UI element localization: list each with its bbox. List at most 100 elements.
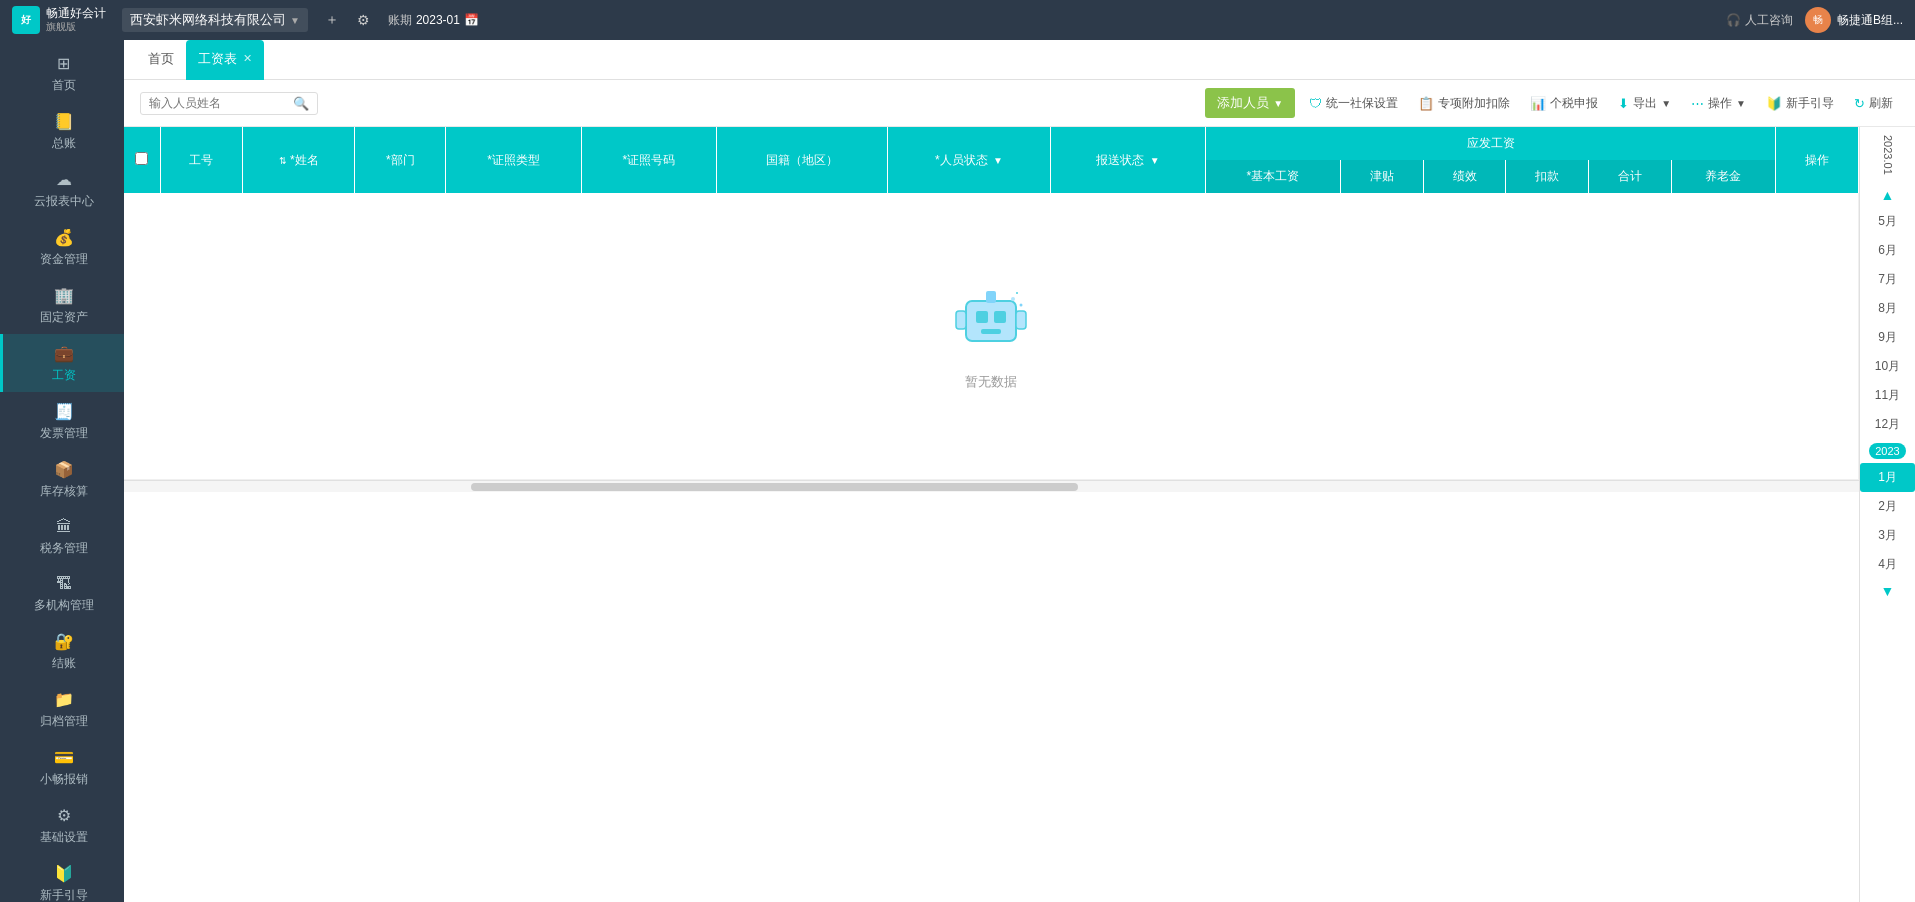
tab-salary-label: 工资表 [198, 50, 237, 68]
current-period-display: 2023.01 [1882, 135, 1894, 175]
th-id-type: *证照类型 [446, 127, 581, 193]
period-month-1[interactable]: 1月 [1860, 463, 1915, 492]
sidebar-item-label: 结账 [52, 655, 76, 672]
dropdown-arrow-icon: ▼ [1273, 98, 1283, 109]
multi-org-icon: 🏗 [56, 575, 72, 593]
period-nav-up[interactable]: ▲ [1877, 183, 1899, 207]
search-input[interactable] [149, 96, 289, 110]
filter-icon-2[interactable]: ▼ [1150, 155, 1160, 166]
settings-icon[interactable]: ⚙ [352, 8, 376, 32]
period-nav-down[interactable]: ▼ [1877, 579, 1899, 603]
period-month-9[interactable]: 9月 [1860, 323, 1915, 352]
deduction-icon: 📋 [1418, 96, 1434, 111]
tab-salary[interactable]: 工资表 ✕ [186, 40, 264, 80]
th-actions: 操作 [1776, 127, 1859, 193]
sidebar-item-guide[interactable]: 🔰 新手引导 [0, 854, 124, 902]
chevron-down-icon: ▼ [290, 15, 300, 26]
building-icon: 🏢 [54, 286, 74, 305]
sidebar-item-inventory[interactable]: 📦 库存核算 [0, 450, 124, 508]
logo-area: 好 畅通好会计 旗舰版 [12, 6, 106, 34]
sidebar-item-multi-org[interactable]: 🏗 多机构管理 [0, 565, 124, 622]
social-security-button[interactable]: 🛡 统一社保设置 [1303, 91, 1404, 116]
top-right-area: 🎧 人工咨询 畅 畅捷通B组... [1726, 7, 1903, 33]
guide-icon: 🔰 [54, 864, 74, 883]
sidebar-item-label: 资金管理 [40, 251, 88, 268]
th-total: 合计 [1588, 160, 1671, 193]
sidebar-item-label: 库存核算 [40, 483, 88, 500]
table-panel-wrap: 工号 ⇅ *姓名 *部门 *证照类型 *证照号码 国籍（地区） *人员状态 ▼ [124, 127, 1915, 902]
inventory-icon: 📦 [54, 460, 74, 479]
svg-rect-0 [966, 301, 1016, 341]
sidebar-item-home[interactable]: ⊞ 首页 [0, 44, 124, 102]
sidebar-item-expense[interactable]: 💳 小畅报销 [0, 738, 124, 796]
sidebar-item-invoice[interactable]: 🧾 发票管理 [0, 392, 124, 450]
special-deduction-button[interactable]: 📋 专项附加扣除 [1412, 91, 1516, 116]
sidebar-item-archive[interactable]: 📁 归档管理 [0, 680, 124, 738]
empty-icon [951, 281, 1031, 361]
sidebar-item-label: 发票管理 [40, 425, 88, 442]
calendar-icon[interactable]: 📅 [464, 13, 479, 27]
toolbar-right: 添加人员 ▼ 🛡 统一社保设置 📋 专项附加扣除 📊 个税申报 ⬇ [1205, 88, 1899, 118]
period-month-6[interactable]: 6月 [1860, 236, 1915, 265]
sidebar-item-fund[interactable]: 💰 资金管理 [0, 218, 124, 276]
period-month-4[interactable]: 4月 [1860, 550, 1915, 579]
sidebar-item-settings[interactable]: ⚙ 基础设置 [0, 796, 124, 854]
operation-button[interactable]: ⋯ 操作 ▼ [1685, 91, 1752, 116]
sidebar-item-salary[interactable]: 💼 工资 [0, 334, 124, 392]
sidebar-item-fixed-asset[interactable]: 🏢 固定资产 [0, 276, 124, 334]
period-month-12[interactable]: 12月 [1860, 410, 1915, 439]
company-selector[interactable]: 西安虾米网络科技有限公司 ▼ [122, 8, 308, 32]
tab-home[interactable]: 首页 [136, 40, 186, 80]
operation-icon: ⋯ [1691, 96, 1704, 111]
tab-close-icon[interactable]: ✕ [243, 52, 252, 65]
refresh-label: 刷新 [1869, 95, 1893, 112]
th-employee-no: 工号 [160, 127, 243, 193]
scrollbar-thumb[interactable] [471, 483, 1078, 491]
tab-home-label: 首页 [148, 50, 174, 68]
sidebar-item-ledger[interactable]: 📒 总账 [0, 102, 124, 160]
add-button[interactable]: ＋ [320, 8, 344, 32]
empty-state: 暂无数据 [134, 201, 1848, 471]
sidebar-item-label: 多机构管理 [34, 597, 94, 614]
filter-icon[interactable]: ▼ [993, 155, 1003, 166]
period-month-10[interactable]: 10月 [1860, 352, 1915, 381]
period-month-3[interactable]: 3月 [1860, 521, 1915, 550]
select-all-checkbox[interactable] [135, 152, 148, 165]
svg-rect-3 [981, 329, 1001, 334]
period-month-8[interactable]: 8月 [1860, 294, 1915, 323]
invoice-icon: 🧾 [54, 402, 74, 421]
user-name: 畅捷通B组... [1837, 12, 1903, 29]
year-badge: 2023 [1869, 443, 1905, 459]
guide-button[interactable]: 🔰 新手引导 [1760, 91, 1840, 116]
customer-service-button[interactable]: 🎧 人工咨询 [1726, 12, 1793, 29]
add-person-button[interactable]: 添加人员 ▼ [1205, 88, 1295, 118]
th-base-salary: *基本工资 [1205, 160, 1340, 193]
sidebar-item-label: 首页 [52, 77, 76, 94]
period-month-11[interactable]: 11月 [1860, 381, 1915, 410]
period-month-2[interactable]: 2月 [1860, 492, 1915, 521]
export-icon: ⬇ [1618, 96, 1629, 111]
operation-label: 操作 [1708, 95, 1732, 112]
period-month-5[interactable]: 5月 [1860, 207, 1915, 236]
svg-rect-1 [976, 311, 988, 323]
search-wrap: 🔍 [140, 92, 318, 115]
salary-table: 工号 ⇅ *姓名 *部门 *证照类型 *证照号码 国籍（地区） *人员状态 ▼ [124, 127, 1859, 480]
th-checkbox[interactable] [124, 127, 160, 193]
gear-icon: ⚙ [57, 806, 71, 825]
customer-service-label: 人工咨询 [1745, 12, 1793, 29]
export-arrow-icon: ▼ [1661, 98, 1671, 109]
table-wrap[interactable]: 工号 ⇅ *姓名 *部门 *证照类型 *证照号码 国籍（地区） *人员状态 ▼ [124, 127, 1859, 902]
th-performance: 绩效 [1423, 160, 1506, 193]
main-layout: ⊞ 首页 📒 总账 ☁ 云报表中心 💰 资金管理 🏢 固定资产 💼 工资 🧾 发… [0, 40, 1915, 902]
period-month-7[interactable]: 7月 [1860, 265, 1915, 294]
archive-icon: 📁 [54, 690, 74, 709]
sidebar-item-cloud-report[interactable]: ☁ 云报表中心 [0, 160, 124, 218]
export-button[interactable]: ⬇ 导出 ▼ [1612, 91, 1677, 116]
sidebar-item-tax[interactable]: 🏛 税务管理 [0, 508, 124, 565]
scrollbar-track[interactable] [124, 480, 1859, 492]
refresh-button[interactable]: ↻ 刷新 [1848, 91, 1899, 116]
salary-icon: 💼 [54, 344, 74, 363]
user-area[interactable]: 畅 畅捷通B组... [1805, 7, 1903, 33]
personal-tax-button[interactable]: 📊 个税申报 [1524, 91, 1604, 116]
sidebar-item-closing[interactable]: 🔐 结账 [0, 622, 124, 680]
